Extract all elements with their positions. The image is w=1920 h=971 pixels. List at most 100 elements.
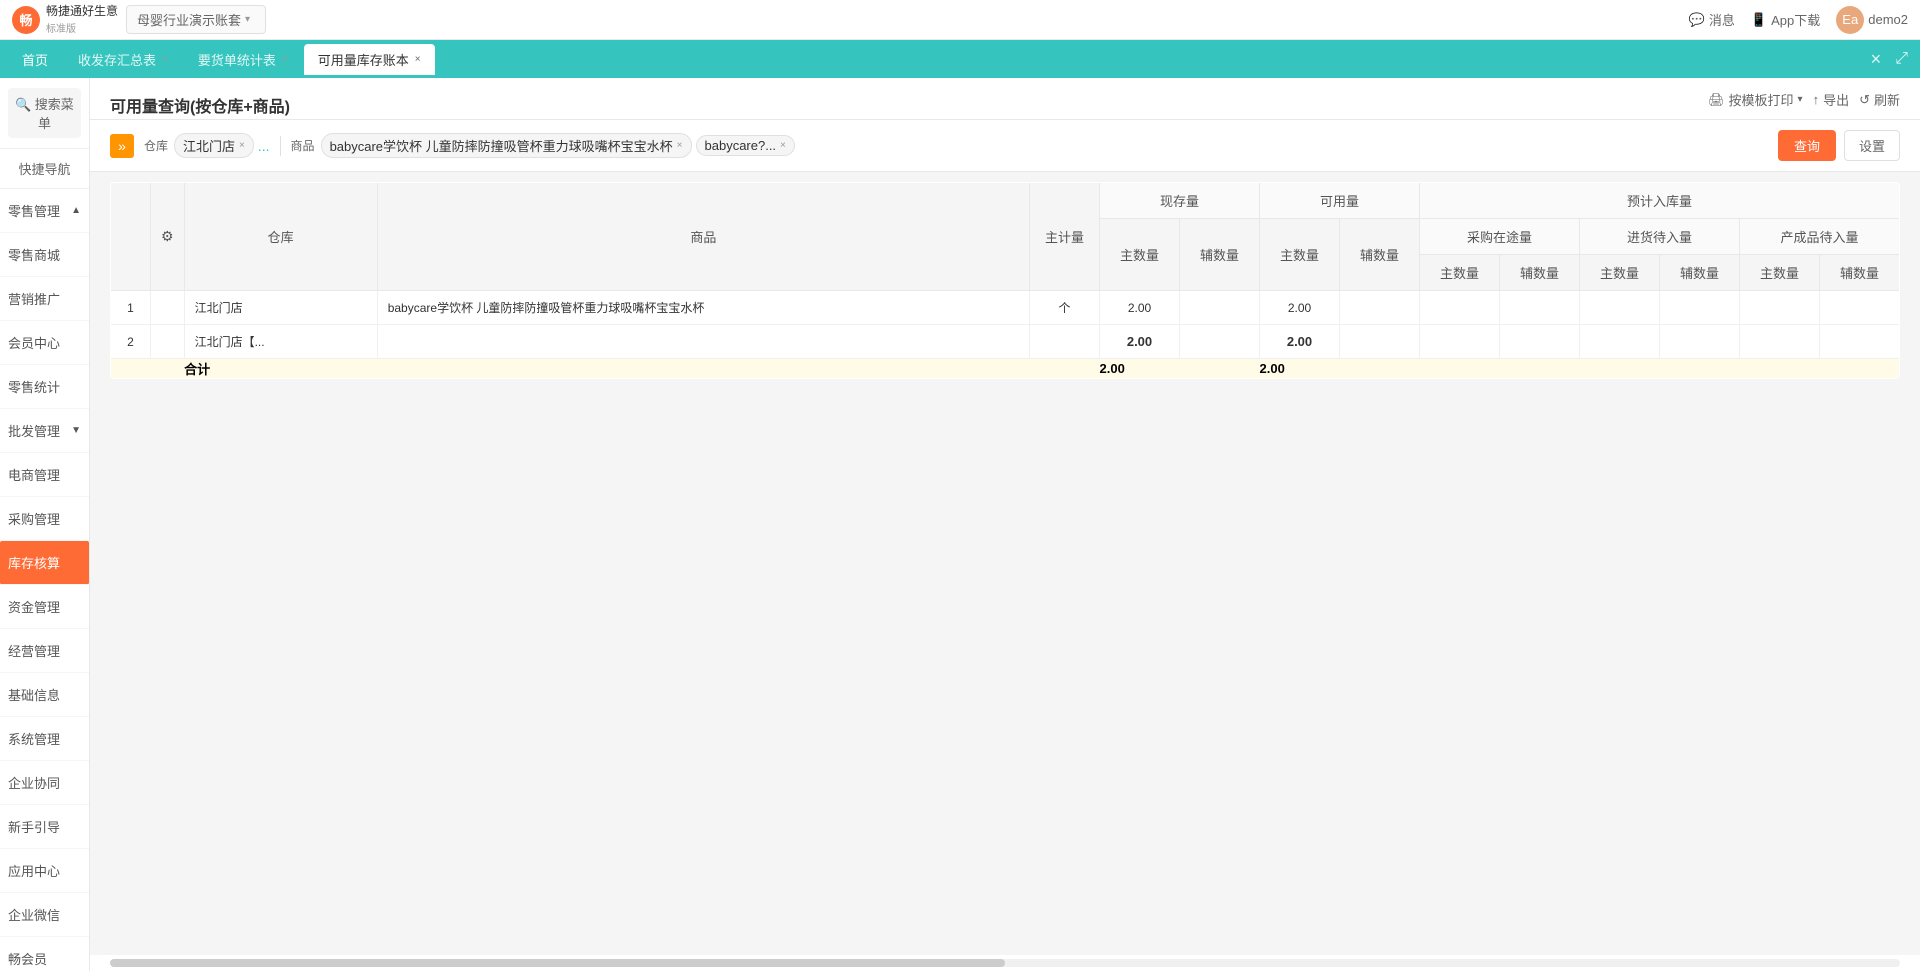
- close-icon[interactable]: ×: [780, 140, 786, 151]
- cell-purchase-main: [1420, 325, 1500, 359]
- app-download-btn[interactable]: 📱 App下载: [1751, 10, 1820, 29]
- cell-total-production-main: [1740, 359, 1820, 379]
- arrow-icon: ▲: [71, 205, 81, 216]
- warehouse-filter-label: 仓库: [144, 137, 168, 154]
- cell-index: 2: [111, 325, 151, 359]
- query-btn[interactable]: 查询: [1778, 130, 1836, 161]
- message-icon: 💬: [1689, 12, 1705, 28]
- th-production-aux: 辅数量: [1820, 255, 1900, 291]
- cell-warehouse: 江北门店: [184, 291, 377, 325]
- export-btn[interactable]: ↑ 导出: [1813, 90, 1850, 109]
- sidebar-item-basic-info[interactable]: 基础信息: [0, 673, 89, 717]
- close-icon[interactable]: ×: [677, 140, 683, 151]
- cell-total-stock-main: 2.00: [1100, 359, 1180, 379]
- search-menu-btn[interactable]: 🔍 搜索菜单: [8, 88, 81, 138]
- top-bar: 畅 畅捷通好生意 标准版 母婴行业演示账套 ▾ 💬 消息 📱 App下载 Ea …: [0, 0, 1920, 40]
- cell-total-purchase-main: [1420, 359, 1500, 379]
- cell-warehouse: 江北门店【...: [184, 325, 377, 359]
- th-available-main: 主数量: [1260, 219, 1340, 291]
- th-stock-aux: 辅数量: [1180, 219, 1260, 291]
- sidebar-item-member-vip[interactable]: 畅会员: [0, 937, 89, 971]
- brand-sub: 标准版: [46, 20, 118, 35]
- mobile-icon: 📱: [1751, 12, 1767, 28]
- sidebar-item-ops-mgmt[interactable]: 经营管理: [0, 629, 89, 673]
- cell-available-aux: [1340, 291, 1420, 325]
- sidebar-item-wholesale-mgmt[interactable]: 批发管理 ▼: [0, 409, 89, 453]
- scrollbar-area: [90, 955, 1920, 971]
- close-icon[interactable]: ×: [282, 54, 288, 65]
- sidebar-item-finance-mgmt[interactable]: 资金管理: [0, 585, 89, 629]
- cell-stock-main: 2.00: [1100, 291, 1180, 325]
- cell-total-purchase-aux: [1500, 359, 1580, 379]
- close-icon[interactable]: ×: [239, 140, 245, 151]
- sidebar-item-enterprise-collab[interactable]: 企业协同: [0, 761, 89, 805]
- sidebar-quick-nav[interactable]: 快捷导航: [0, 149, 89, 189]
- cell-available-main: 2.00: [1260, 291, 1340, 325]
- main-layout: 🔍 搜索菜单 快捷导航 零售管理 ▲ 零售商城 营销推广 会员中心 零售统计 批…: [0, 78, 1920, 971]
- horizontal-scrollbar[interactable]: [110, 959, 1900, 967]
- th-forecast-group: 预计入库量: [1420, 183, 1900, 219]
- cell-settings: [151, 325, 185, 359]
- brand-icon: 畅: [12, 6, 40, 34]
- table-row: 1 江北门店 babycare学饮杯 儿童防摔防撞吸管杯重力球吸嘴杯宝宝水杯 个…: [111, 291, 1900, 325]
- print-btn[interactable]: 🖨 按模板打印 ▾: [1708, 90, 1803, 109]
- sidebar-item-ecommerce-mgmt[interactable]: 电商管理: [0, 453, 89, 497]
- user-menu-btn[interactable]: Ea demo2: [1836, 6, 1908, 34]
- refresh-btn[interactable]: ↺ 刷新: [1859, 90, 1900, 109]
- sidebar-item-inventory-check[interactable]: 库存核算: [0, 541, 89, 585]
- export-icon: ↑: [1813, 92, 1820, 107]
- cell-inbound-main: [1580, 291, 1660, 325]
- tab-order-stats-label: 要货单统计表: [198, 50, 276, 69]
- sidebar-item-enterprise-wechat[interactable]: 企业微信: [0, 893, 89, 937]
- sidebar-item-marketing[interactable]: 营销推广: [0, 277, 89, 321]
- sidebar-item-retail-mall[interactable]: 零售商城: [0, 233, 89, 277]
- tab-home[interactable]: 首页: [8, 44, 62, 75]
- sidebar-item-retail-mgmt[interactable]: 零售管理 ▲: [0, 189, 89, 233]
- th-main-unit: 主计量: [1030, 183, 1100, 291]
- cell-total-inbound-aux: [1660, 359, 1740, 379]
- tab-receive-summary-label: 收发存汇总表: [78, 50, 156, 69]
- filter-toggle-btn[interactable]: »: [110, 134, 134, 158]
- cell-production-main: [1740, 291, 1820, 325]
- tab-available-stock[interactable]: 可用量库存账本 ×: [304, 44, 435, 75]
- page-header: 可用量查询(按仓库+商品) 🖨 按模板打印 ▾ ↑ 导出 ↺ 刷新: [90, 78, 1920, 120]
- expand-icon[interactable]: ⤢: [1891, 50, 1912, 68]
- th-stock-main: 主数量: [1100, 219, 1180, 291]
- goods-filter-group: 商品 babycare学饮杯 儿童防摔防撞吸管杯重力球吸嘴杯宝宝水杯 × bab…: [291, 133, 795, 158]
- cell-purchase-aux: [1500, 291, 1580, 325]
- chevron-down-icon: ▾: [245, 14, 250, 25]
- th-production-main: 主数量: [1740, 255, 1820, 291]
- industry-selector[interactable]: 母婴行业演示账套 ▾: [126, 5, 266, 34]
- sidebar-search-area: 🔍 搜索菜单: [0, 78, 89, 149]
- th-warehouse: 仓库: [184, 183, 377, 291]
- filter-more-btn[interactable]: ...: [258, 138, 270, 154]
- brand-logo: 畅 畅捷通好生意 标准版: [12, 4, 118, 35]
- warehouse-filter-group: 仓库 江北门店 × ...: [144, 133, 270, 158]
- warehouse-tag: 江北门店 ×: [174, 133, 254, 158]
- sidebar-item-app-center[interactable]: 应用中心: [0, 849, 89, 893]
- sidebar-item-system-mgmt[interactable]: 系统管理: [0, 717, 89, 761]
- sidebar-item-new-guide[interactable]: 新手引导: [0, 805, 89, 849]
- sidebar-item-retail-stats[interactable]: 零售统计: [0, 365, 89, 409]
- tab-receive-summary[interactable]: 收发存汇总表 ×: [64, 44, 182, 75]
- tab-order-stats[interactable]: 要货单统计表 ×: [184, 44, 302, 75]
- cell-purchase-aux: [1500, 325, 1580, 359]
- close-all-tabs-btn[interactable]: ×: [1867, 49, 1886, 70]
- sidebar-item-member-center[interactable]: 会员中心: [0, 321, 89, 365]
- cell-available-aux: [1340, 325, 1420, 359]
- message-btn[interactable]: 💬 消息: [1689, 10, 1735, 29]
- print-icon: 🖨: [1708, 92, 1725, 108]
- close-icon[interactable]: ×: [415, 54, 421, 65]
- cell-inbound-aux: [1660, 291, 1740, 325]
- close-icon[interactable]: ×: [162, 54, 168, 65]
- th-settings[interactable]: ⚙: [151, 183, 185, 291]
- scrollbar-thumb[interactable]: [110, 959, 1005, 967]
- sidebar-item-purchase-mgmt[interactable]: 采购管理: [0, 497, 89, 541]
- table-area: ⚙ 仓库 商品 主计量 现存量: [90, 172, 1920, 955]
- top-bar-left: 畅 畅捷通好生意 标准版 母婴行业演示账套 ▾: [12, 4, 266, 35]
- data-table: ⚙ 仓库 商品 主计量 现存量: [110, 182, 1900, 379]
- settings-icon: ⚙: [161, 228, 174, 244]
- setting-btn[interactable]: 设置: [1844, 130, 1900, 161]
- cell-goods: babycare学饮杯 儿童防摔防撞吸管杯重力球吸嘴杯宝宝水杯: [377, 291, 1029, 325]
- cell-stock-aux: [1180, 291, 1260, 325]
